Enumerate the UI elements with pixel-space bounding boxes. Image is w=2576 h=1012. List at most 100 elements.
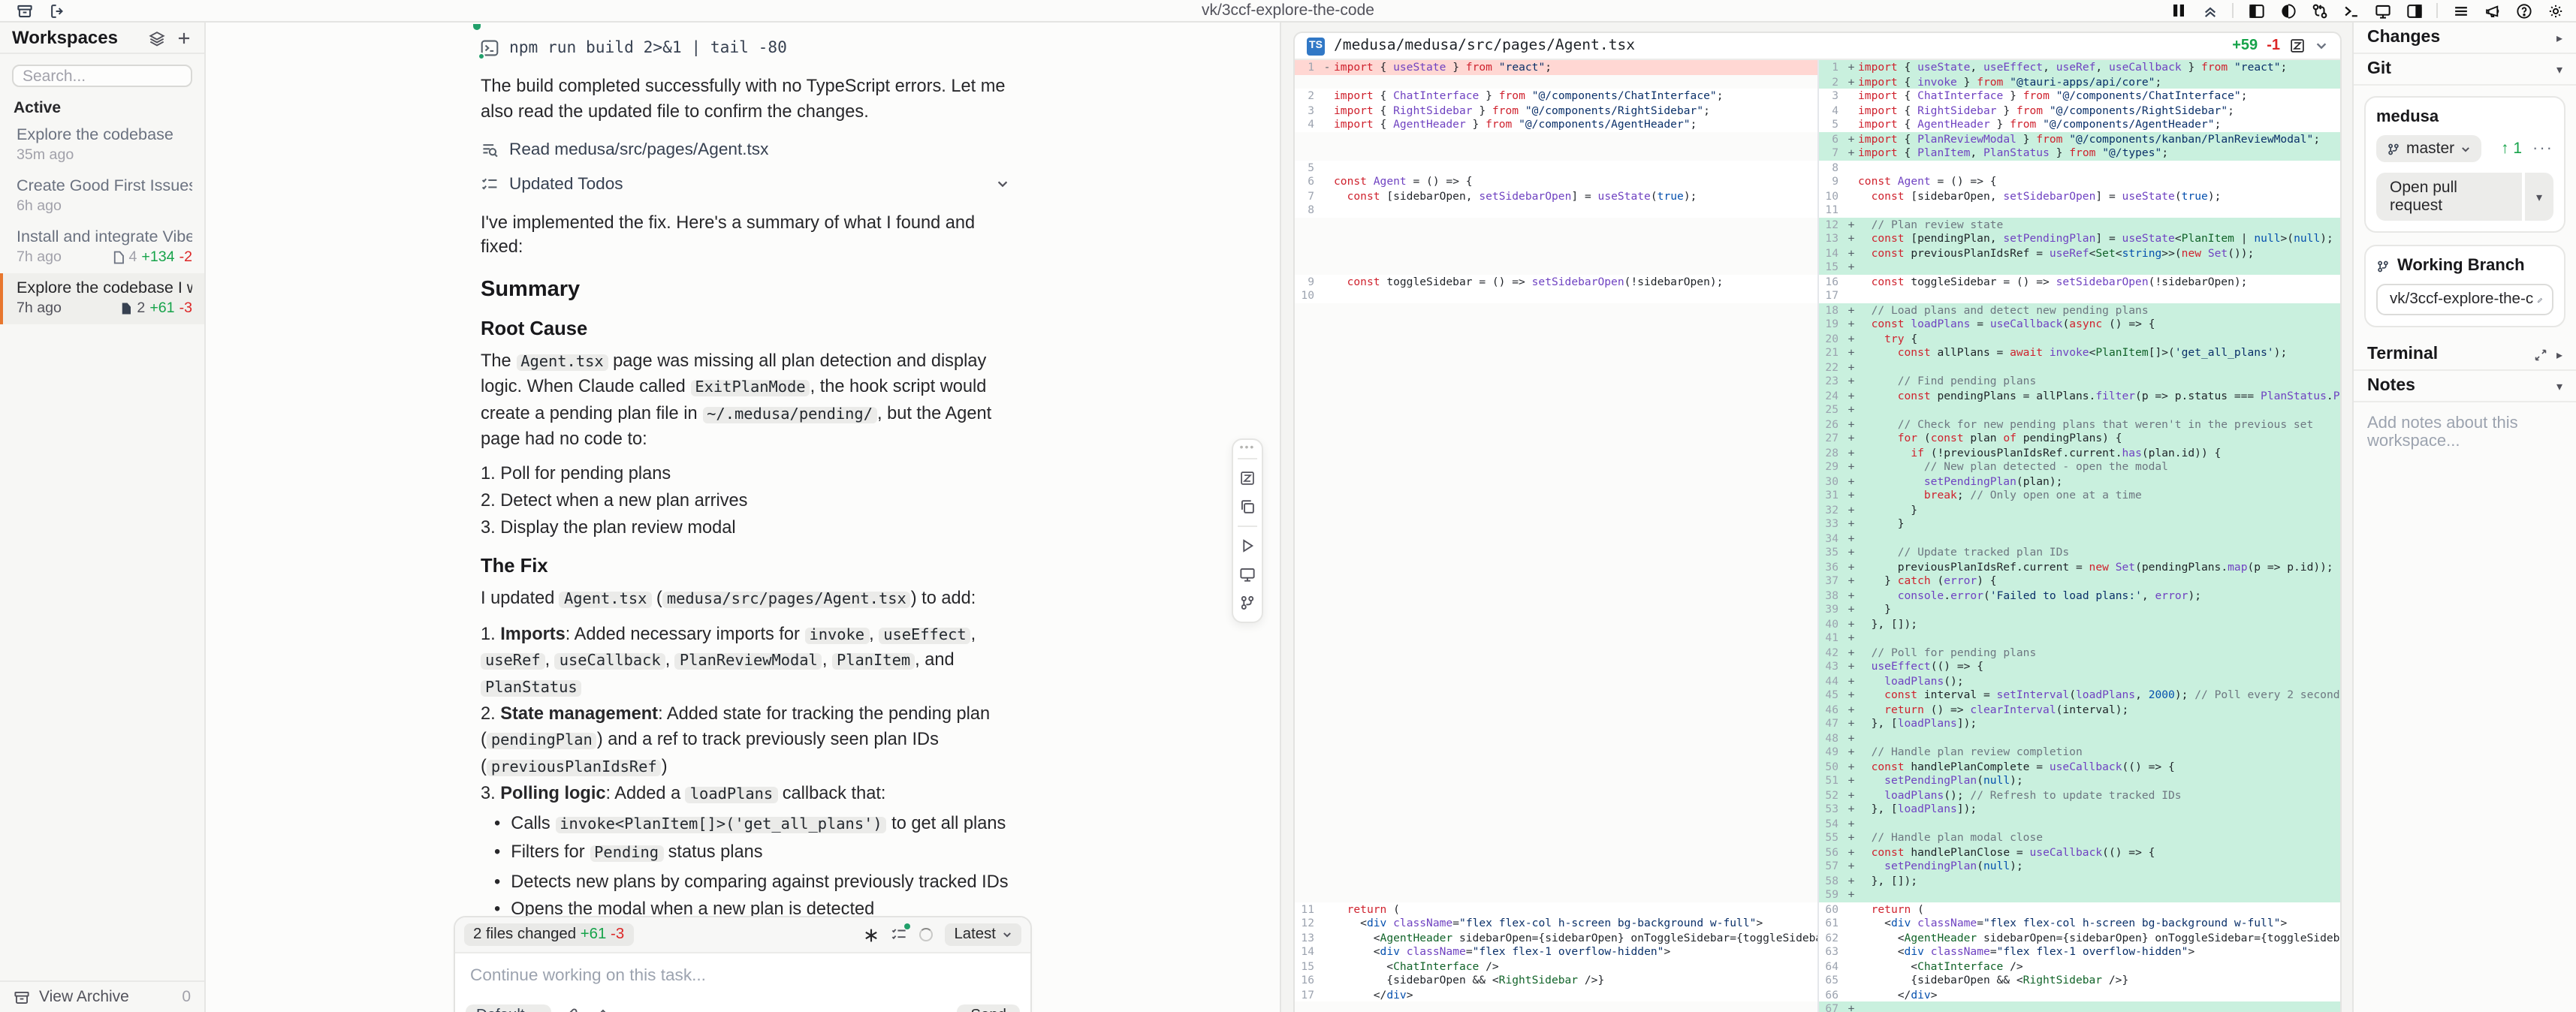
panel-right-icon[interactable] bbox=[2405, 2, 2423, 20]
diff-code: } catch (error) { bbox=[1858, 574, 2340, 588]
latest-dropdown[interactable]: Latest bbox=[945, 923, 1021, 946]
chevron-down-icon[interactable] bbox=[996, 177, 1009, 191]
diff-marker bbox=[1320, 873, 1334, 887]
section-changes[interactable]: Changes ▸ bbox=[2354, 23, 2576, 54]
diff-row: 9 const toggleSidebar = () => setSidebar… bbox=[1295, 274, 1817, 288]
list-item: •Filters for Pending status plans bbox=[494, 839, 1009, 866]
monitor-icon[interactable] bbox=[2373, 2, 2391, 20]
model-dropdown[interactable]: Default bbox=[466, 1004, 552, 1012]
diff-code bbox=[1334, 445, 1817, 459]
diff-marker bbox=[1320, 545, 1334, 559]
git-branch-icon[interactable] bbox=[1238, 593, 1257, 613]
diff-marker bbox=[1320, 673, 1334, 688]
expand-icon[interactable] bbox=[2534, 348, 2547, 361]
copy-icon[interactable] bbox=[1238, 497, 1257, 517]
diff-marker: + bbox=[1845, 331, 1858, 345]
spark-icon[interactable] bbox=[864, 927, 879, 942]
diff-row: 35+ // Update tracked plan IDs bbox=[1819, 545, 2340, 559]
section-notes[interactable]: Notes ▾ bbox=[2354, 371, 2576, 402]
collapse-file-icon[interactable] bbox=[2315, 39, 2328, 53]
divider bbox=[1238, 526, 1257, 527]
command-row[interactable]: npm run build 2>&1 | tail -80 bbox=[481, 39, 1009, 57]
attach-icon[interactable] bbox=[564, 1007, 581, 1012]
hide-whitespace-icon[interactable] bbox=[1238, 468, 1257, 488]
diff-row bbox=[1295, 545, 1817, 559]
workspace-item[interactable]: Create Good First Issues on Github So p … bbox=[0, 171, 204, 222]
play-icon[interactable] bbox=[1238, 536, 1257, 556]
search-input[interactable] bbox=[12, 65, 192, 87]
diff-marker bbox=[1320, 459, 1334, 474]
view-archive-button[interactable]: View Archive 0 bbox=[0, 980, 204, 1012]
git-label: Git bbox=[2367, 60, 2547, 78]
notes-input[interactable]: Add notes about this workspace... bbox=[2354, 402, 2576, 462]
section-terminal[interactable]: Terminal ▸ bbox=[2354, 339, 2576, 371]
diff-row bbox=[1295, 245, 1817, 260]
branch-dropdown[interactable]: master bbox=[2376, 135, 2481, 162]
inline-code: ~/.medusa/pending/ bbox=[702, 407, 877, 423]
diff-line-number: 38 bbox=[1819, 588, 1845, 602]
diff-code: return ( bbox=[1334, 902, 1817, 916]
drag-handle[interactable]: ••• bbox=[1240, 444, 1256, 453]
send-button[interactable]: Send bbox=[957, 1004, 1020, 1012]
files-changed-chip[interactable]: 2 files changed +61 -3 bbox=[464, 923, 633, 946]
diff-code bbox=[1334, 331, 1817, 345]
workspace-item[interactable]: Install and integrate Vibe Kanban Web C … bbox=[0, 222, 204, 273]
section-git[interactable]: Git ▾ bbox=[2354, 54, 2576, 86]
pen-icon[interactable] bbox=[593, 1007, 609, 1012]
hide-whitespace-icon[interactable] bbox=[2289, 38, 2306, 54]
git-menu-icon[interactable]: ··· bbox=[2532, 140, 2553, 158]
theme-icon[interactable] bbox=[2279, 2, 2297, 20]
inline-code: Agent.tsx bbox=[560, 592, 651, 609]
tool-call-row[interactable]: Updated Todos bbox=[481, 175, 1009, 193]
diff-line-number: 5 bbox=[1819, 117, 1845, 131]
diff-code: const toggleSidebar = () => setSidebarOp… bbox=[1858, 274, 2340, 288]
diff-row: 6const Agent = () => { bbox=[1295, 174, 1817, 188]
diff-marker: + bbox=[1845, 673, 1858, 688]
add-workspace-icon[interactable] bbox=[176, 29, 192, 46]
menu-icon[interactable] bbox=[2451, 2, 2469, 20]
megaphone-icon[interactable] bbox=[2483, 2, 2501, 20]
layers-icon[interactable] bbox=[149, 29, 165, 46]
working-branch-input[interactable] bbox=[2387, 290, 2537, 309]
inline-code: medusa/src/pages/Agent.tsx bbox=[662, 592, 911, 609]
workspace-item[interactable]: Explore the codebase 35m ago bbox=[0, 120, 204, 171]
tool-call-row[interactable]: Read medusa/src/pages/Agent.tsx bbox=[481, 140, 1009, 158]
chat-subheading: Root Cause bbox=[481, 317, 1009, 339]
diff-row bbox=[1295, 845, 1817, 859]
git-compare-icon[interactable] bbox=[2310, 2, 2328, 20]
monitor-icon[interactable] bbox=[1238, 565, 1257, 584]
diff-line-number: 2 bbox=[1819, 74, 1845, 89]
diff-line-number bbox=[1295, 374, 1320, 388]
diff-code: // Handle plan modal close bbox=[1858, 830, 2340, 845]
help-icon[interactable] bbox=[2514, 2, 2532, 20]
open-pr-button[interactable]: Open pull request bbox=[2376, 173, 2522, 221]
conversation-panel: npm run build 2>&1 | tail -80The build c… bbox=[206, 23, 1280, 1012]
diff-code bbox=[1858, 203, 2340, 217]
settings-gear-icon[interactable] bbox=[2546, 2, 2564, 20]
diff-line-number: 11 bbox=[1819, 203, 1845, 217]
diff-marker bbox=[1320, 588, 1334, 602]
todos-icon[interactable] bbox=[891, 926, 907, 943]
diff-line-number: 20 bbox=[1819, 331, 1845, 345]
diff-marker bbox=[1845, 973, 1858, 987]
diff-line-number: 51 bbox=[1819, 773, 1845, 788]
diff-row bbox=[1295, 431, 1817, 445]
diff-code: const toggleSidebar = () => setSidebarOp… bbox=[1334, 274, 1817, 288]
pause-icon[interactable] bbox=[2169, 2, 2187, 20]
diff-row: 4import { RightSidebar } from "@/compone… bbox=[1819, 103, 2340, 117]
panel-left-icon[interactable] bbox=[2247, 2, 2265, 20]
terminal-icon[interactable] bbox=[2342, 2, 2360, 20]
diff-row: 66 </div> bbox=[1819, 987, 2340, 1001]
diff-code bbox=[1334, 873, 1817, 887]
diff-marker: + bbox=[1845, 859, 1858, 873]
workspace-item-selected[interactable]: Explore the codebase I want you to exp 7… bbox=[0, 273, 204, 324]
message-input[interactable] bbox=[467, 964, 1018, 997]
diff-row: 41+ bbox=[1819, 631, 2340, 645]
diff-marker bbox=[1320, 445, 1334, 459]
diff-marker: + bbox=[1845, 887, 1858, 902]
chevrons-up-icon[interactable] bbox=[2200, 2, 2219, 20]
diff-code bbox=[1858, 160, 2340, 174]
diff-marker bbox=[1845, 944, 1858, 959]
diff-row: 13 <AgentHeader sidebarOpen={sidebarOpen… bbox=[1295, 930, 1817, 944]
pr-dropdown-icon[interactable]: ▾ bbox=[2525, 173, 2553, 221]
